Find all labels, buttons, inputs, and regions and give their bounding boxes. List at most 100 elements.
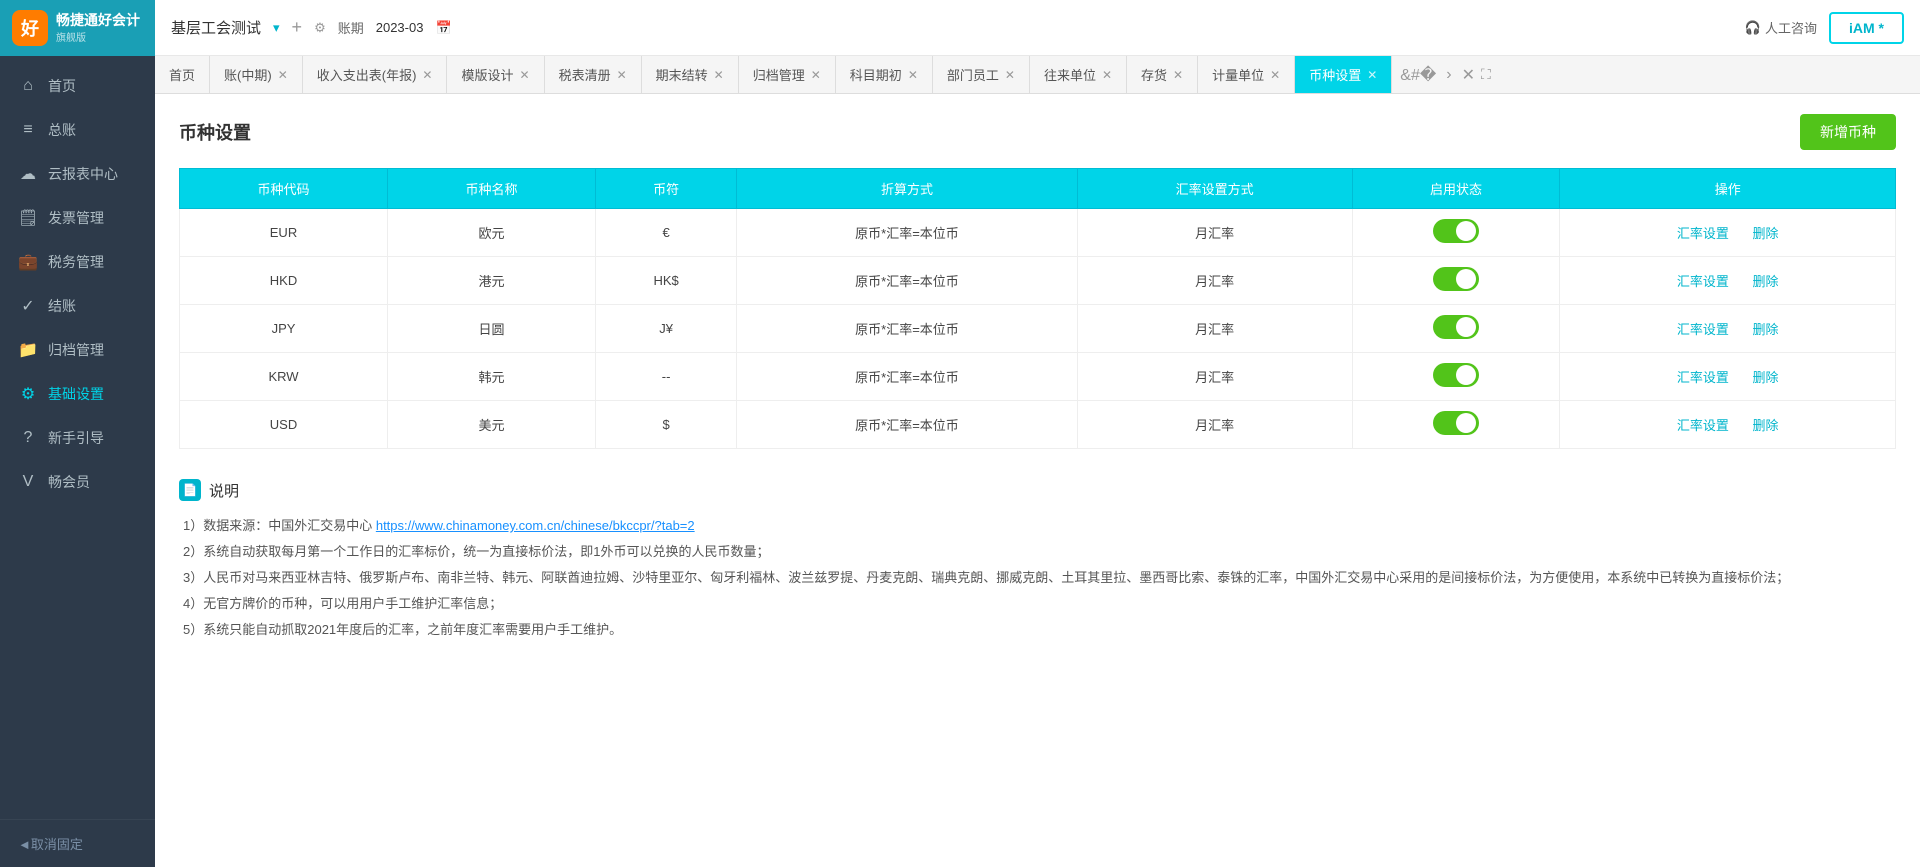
tab-close-icon[interactable]: ✕	[520, 68, 530, 82]
tabbar: 首页 账(中期) ✕ 收入支出表(年报) ✕ 模版设计 ✕ 税表清册 ✕ 期末结…	[155, 56, 1920, 94]
tab-income-report[interactable]: 收入支出表(年报) ✕	[303, 56, 448, 94]
sidebar-item-invoice[interactable]: 🗒 发票管理	[0, 196, 155, 240]
add-company-button[interactable]: +	[292, 17, 303, 38]
cell-calc: 原币*汇率=本位币	[737, 401, 1078, 449]
expand-icon[interactable]: ⛶	[1481, 66, 1491, 83]
cell-calc: 原币*汇率=本位币	[737, 305, 1078, 353]
tab-close-icon[interactable]: ✕	[1367, 68, 1377, 82]
toggle-enabled[interactable]	[1433, 219, 1479, 243]
invoice-icon: 🗒	[18, 208, 38, 228]
rate-setting-link[interactable]: 汇率设置	[1677, 322, 1729, 337]
company-dropdown[interactable]: ▾	[273, 20, 280, 36]
toggle-enabled[interactable]	[1433, 315, 1479, 339]
tab-close-icon[interactable]: ✕	[908, 68, 918, 82]
tab-counterparty[interactable]: 往来单位 ✕	[1030, 56, 1127, 94]
settle-icon: ✓	[18, 296, 38, 316]
currency-table: 币种代码 币种名称 币符 折算方式 汇率设置方式 启用状态 操作 EUR 欧元 …	[179, 168, 1896, 449]
sidebar-item-settle[interactable]: ✓ 结账	[0, 284, 155, 328]
tab-template[interactable]: 模版设计 ✕	[447, 56, 544, 94]
cell-action: 汇率设置 删除	[1560, 257, 1896, 305]
cell-name: 美元	[387, 401, 595, 449]
sidebar-item-home[interactable]: ⌂ 首页	[0, 64, 155, 108]
notice-item: 5）系统只能自动抓取2021年度后的汇率，之前年度汇率需要用户手工维护。	[179, 617, 1896, 643]
tab-mid-period[interactable]: 账(中期) ✕	[210, 56, 303, 94]
sidebar-item-guide[interactable]: ? 新手引导	[0, 416, 155, 460]
sidebar-item-member[interactable]: V 畅会员	[0, 460, 155, 504]
sidebar-item-ledger[interactable]: ≡ 总账	[0, 108, 155, 152]
tab-subject-init[interactable]: 科目期初 ✕	[836, 56, 933, 94]
cell-rate-type: 月汇率	[1077, 353, 1352, 401]
cell-symbol: €	[595, 209, 736, 257]
tab-close-icon[interactable]: ✕	[422, 68, 432, 82]
tab-navigation: &#� ›	[1396, 65, 1455, 85]
sidebar-item-tax[interactable]: 💼 税务管理	[0, 240, 155, 284]
tab-label: 账(中期)	[224, 65, 272, 84]
sidebar-item-archive[interactable]: 📁 归档管理	[0, 328, 155, 372]
cell-code: EUR	[180, 209, 388, 257]
tab-unit[interactable]: 计量单位 ✕	[1198, 56, 1295, 94]
sidebar-item-reports[interactable]: ☁ 云报表中心	[0, 152, 155, 196]
tab-label: 往来单位	[1044, 65, 1096, 84]
tab-archive[interactable]: 归档管理 ✕	[739, 56, 836, 94]
logo-area: 好 畅捷通好会计 旗舰版	[0, 0, 155, 56]
toggle-knob	[1456, 365, 1476, 385]
cell-action: 汇率设置 删除	[1560, 209, 1896, 257]
tab-prev-icon[interactable]: &#�	[1396, 65, 1440, 85]
cell-symbol: HK$	[595, 257, 736, 305]
reports-icon: ☁	[18, 164, 38, 184]
new-currency-button[interactable]: 新增币种	[1800, 114, 1896, 150]
tab-close-icon[interactable]: ✕	[714, 68, 724, 82]
toggle-enabled[interactable]	[1433, 363, 1479, 387]
rate-setting-link[interactable]: 汇率设置	[1677, 370, 1729, 385]
sidebar-item-label: 归档管理	[48, 340, 104, 360]
sidebar-item-label: 云报表中心	[48, 164, 118, 184]
delete-link[interactable]: 删除	[1753, 322, 1779, 337]
headphone-icon: 🎧	[1745, 20, 1761, 36]
tab-next-icon[interactable]: ›	[1442, 66, 1455, 84]
rate-setting-link[interactable]: 汇率设置	[1677, 274, 1729, 289]
toggle-knob	[1456, 269, 1476, 289]
logo-text-area: 畅捷通好会计 旗舰版	[56, 12, 140, 44]
delete-link[interactable]: 删除	[1753, 274, 1779, 289]
toggle-enabled[interactable]	[1433, 411, 1479, 435]
tab-tax-book[interactable]: 税表清册 ✕	[545, 56, 642, 94]
customer-service-button[interactable]: 🎧 人工咨询	[1745, 18, 1817, 37]
notice-link[interactable]: https://www.chinamoney.com.cn/chinese/bk…	[376, 518, 695, 533]
col-symbol: 币符	[595, 169, 736, 209]
sidebar-item-label: 新手引导	[48, 428, 104, 448]
close-all-tabs-button[interactable]: ✕	[1456, 65, 1481, 85]
tab-period-close[interactable]: 期末结转 ✕	[642, 56, 739, 94]
delete-link[interactable]: 删除	[1753, 370, 1779, 385]
tab-close-icon[interactable]: ✕	[1102, 68, 1112, 82]
sidebar-item-label: 首页	[48, 76, 76, 96]
rate-setting-link[interactable]: 汇率设置	[1677, 226, 1729, 241]
tab-dept-staff[interactable]: 部门员工 ✕	[933, 56, 1030, 94]
tab-close-icon[interactable]: ✕	[617, 68, 627, 82]
tab-label: 首页	[169, 65, 195, 84]
tab-home[interactable]: 首页	[155, 56, 210, 94]
tab-close-icon[interactable]: ✕	[278, 68, 288, 82]
sidebar-collapse[interactable]: ◄取消固定	[0, 819, 155, 867]
guide-icon: ?	[18, 429, 38, 447]
tab-currency[interactable]: 币种设置 ✕	[1295, 56, 1392, 94]
toggle-knob	[1456, 221, 1476, 241]
tab-close-icon[interactable]: ✕	[1005, 68, 1015, 82]
delete-link[interactable]: 删除	[1753, 226, 1779, 241]
tab-label: 收入支出表(年报)	[317, 65, 417, 84]
tab-close-icon[interactable]: ✕	[1270, 68, 1280, 82]
settings-icon[interactable]: ⚙	[314, 20, 326, 36]
tab-close-icon[interactable]: ✕	[1173, 68, 1183, 82]
sidebar-item-basic[interactable]: ⚙ 基础设置	[0, 372, 155, 416]
toggle-enabled[interactable]	[1433, 267, 1479, 291]
delete-link[interactable]: 删除	[1753, 418, 1779, 433]
col-action: 操作	[1560, 169, 1896, 209]
calendar-icon[interactable]: 📅	[435, 20, 451, 36]
sidebar-item-label: 发票管理	[48, 208, 104, 228]
iam-button[interactable]: iAM *	[1829, 12, 1904, 44]
tab-inventory[interactable]: 存货 ✕	[1127, 56, 1198, 94]
period-label: 账期	[338, 18, 364, 37]
tab-close-icon[interactable]: ✕	[811, 68, 821, 82]
cell-calc: 原币*汇率=本位币	[737, 257, 1078, 305]
rate-setting-link[interactable]: 汇率设置	[1677, 418, 1729, 433]
cell-symbol: $	[595, 401, 736, 449]
